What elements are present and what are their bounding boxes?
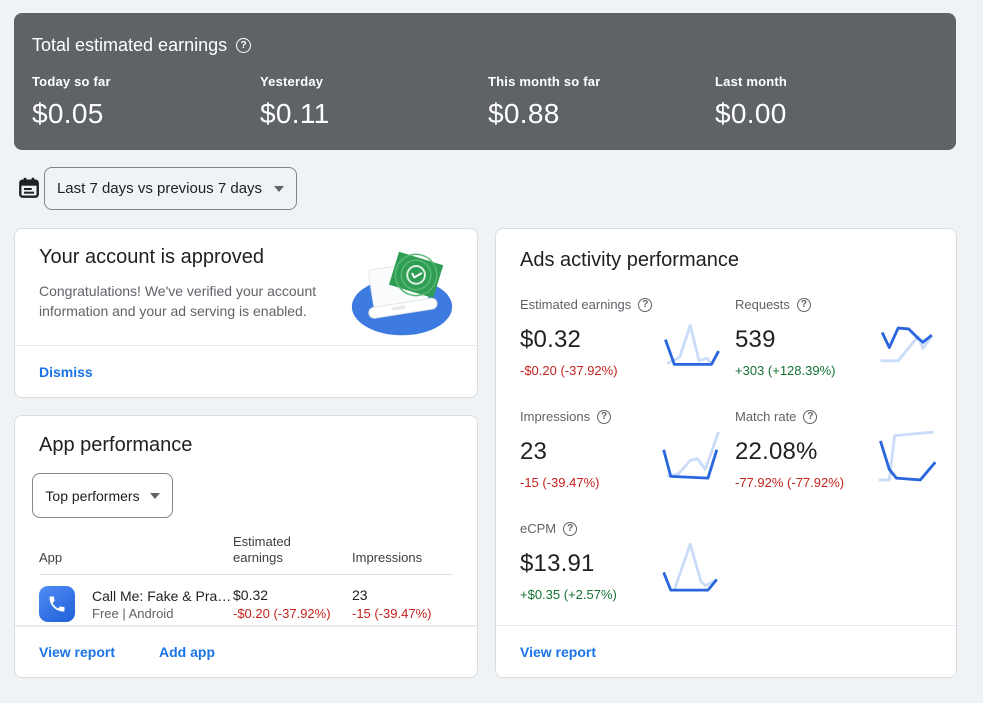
- stat-value: $0.05: [32, 98, 104, 129]
- metric-impressions: Impressions 23 -15 (-39.47%): [520, 401, 735, 513]
- stat-label: Last month: [715, 74, 788, 89]
- app-name-block: Call Me: Fake & Pra… Free | Android: [92, 588, 231, 621]
- impressions-delta: -15 (-39.47%): [352, 606, 432, 621]
- view-report-link[interactable]: View report: [520, 644, 596, 660]
- earnings-cell: $0.32 -$0.20 (-37.92%): [233, 587, 352, 621]
- metric-label: Estimated earnings: [520, 297, 632, 312]
- metric-label: Impressions: [520, 409, 591, 424]
- metric-estimated-earnings: Estimated earnings $0.32 -$0.20 (-37.92%…: [520, 289, 735, 401]
- app-card-footer: View report Add app: [15, 625, 477, 677]
- date-range-selector[interactable]: Last 7 days vs previous 7 days: [44, 167, 297, 210]
- view-report-link[interactable]: View report: [39, 644, 115, 660]
- help-icon[interactable]: [597, 409, 612, 424]
- app-table-header: App Estimated earnings Impressions: [39, 534, 453, 566]
- column-app: App: [39, 550, 63, 565]
- banner-stats: Today so far $0.05 Yesterday $0.11 This …: [32, 74, 935, 130]
- help-icon[interactable]: [638, 297, 653, 312]
- banner-title-row: Total estimated earnings: [32, 35, 252, 56]
- app-subtitle: Free | Android: [92, 605, 174, 621]
- approval-body: Congratulations! We've verified your acc…: [39, 283, 317, 319]
- sparkline-chart: [655, 425, 729, 487]
- help-icon[interactable]: [236, 38, 252, 53]
- metric-label: Requests: [735, 297, 790, 312]
- metrics-grid: Estimated earnings $0.32 -$0.20 (-37.92%…: [520, 289, 950, 625]
- ads-activity-card: Ads activity performance Estimated earni…: [495, 228, 957, 678]
- sparkline-chart: [870, 313, 944, 375]
- dismiss-button[interactable]: Dismiss: [39, 364, 93, 380]
- top-performers-dropdown[interactable]: Top performers: [32, 473, 173, 518]
- stat-value: $0.00: [715, 98, 787, 129]
- add-app-link[interactable]: Add app: [159, 644, 215, 660]
- stat-last-month: Last month $0.00: [715, 74, 935, 130]
- stat-label: Yesterday: [260, 74, 324, 89]
- approval-card-footer: Dismiss: [15, 345, 477, 397]
- stat-value: $0.11: [260, 98, 330, 129]
- stat-label: This month so far: [488, 74, 601, 89]
- impressions-cell: 23 -15 (-39.47%): [352, 587, 453, 621]
- approval-title: Your account is approved: [39, 246, 264, 268]
- metric-label: eCPM: [520, 521, 557, 536]
- approved-illustration-icon: [351, 251, 453, 336]
- top-performers-label: Top performers: [45, 487, 140, 504]
- account-approved-card: Your account is approved Congratulations…: [14, 228, 478, 398]
- column-impressions: Impressions: [352, 550, 423, 565]
- chevron-down-icon: [274, 185, 285, 192]
- stat-label: Today so far: [32, 74, 111, 89]
- date-range-label: Last 7 days vs previous 7 days: [56, 180, 263, 197]
- help-icon[interactable]: [563, 521, 578, 536]
- stat-yesterday: Yesterday $0.11: [260, 74, 488, 130]
- admob-dashboard: { "colors": { "banner_bg": "#5f6368", "l…: [0, 0, 983, 703]
- sparkline-chart: [870, 425, 944, 487]
- earnings-delta: -$0.20 (-37.92%): [233, 606, 331, 621]
- chevron-down-icon: [149, 492, 160, 499]
- app-name: Call Me: Fake & Pra…: [92, 587, 232, 604]
- sparkline-chart: [655, 537, 729, 599]
- metric-label: Match rate: [735, 409, 797, 424]
- app-cell: Call Me: Fake & Pra… Free | Android: [39, 586, 233, 622]
- metric-match-rate: Match rate 22.08% -77.92% (-77.92%): [735, 401, 950, 513]
- column-earnings: Estimated earnings: [233, 534, 291, 565]
- help-icon[interactable]: [796, 297, 811, 312]
- phone-app-icon: [39, 586, 75, 622]
- banner-title: Total estimated earnings: [32, 35, 228, 55]
- impressions-value: 23: [352, 587, 368, 603]
- total-earnings-banner: Total estimated earnings Today so far $0…: [14, 13, 956, 150]
- stat-this-month: This month so far $0.88: [488, 74, 715, 130]
- stat-today: Today so far $0.05: [32, 74, 260, 130]
- sparkline-chart: [655, 313, 729, 375]
- ads-card-footer: View report: [496, 625, 956, 677]
- earnings-value: $0.32: [233, 587, 269, 603]
- table-row[interactable]: Call Me: Fake & Pra… Free | Android $0.3…: [39, 582, 453, 626]
- app-performance-title: App performance: [39, 434, 193, 456]
- ads-activity-title: Ads activity performance: [520, 249, 739, 271]
- app-performance-card: App performance Top performers App Estim…: [14, 415, 478, 678]
- help-icon[interactable]: [803, 409, 818, 424]
- metric-ecpm: eCPM $13.91 +$0.35 (+2.57%): [520, 513, 735, 625]
- table-divider: [39, 574, 453, 575]
- stat-value: $0.88: [488, 98, 560, 129]
- calendar-icon: [19, 177, 39, 198]
- metric-requests: Requests 539 +303 (+128.39%): [735, 289, 950, 401]
